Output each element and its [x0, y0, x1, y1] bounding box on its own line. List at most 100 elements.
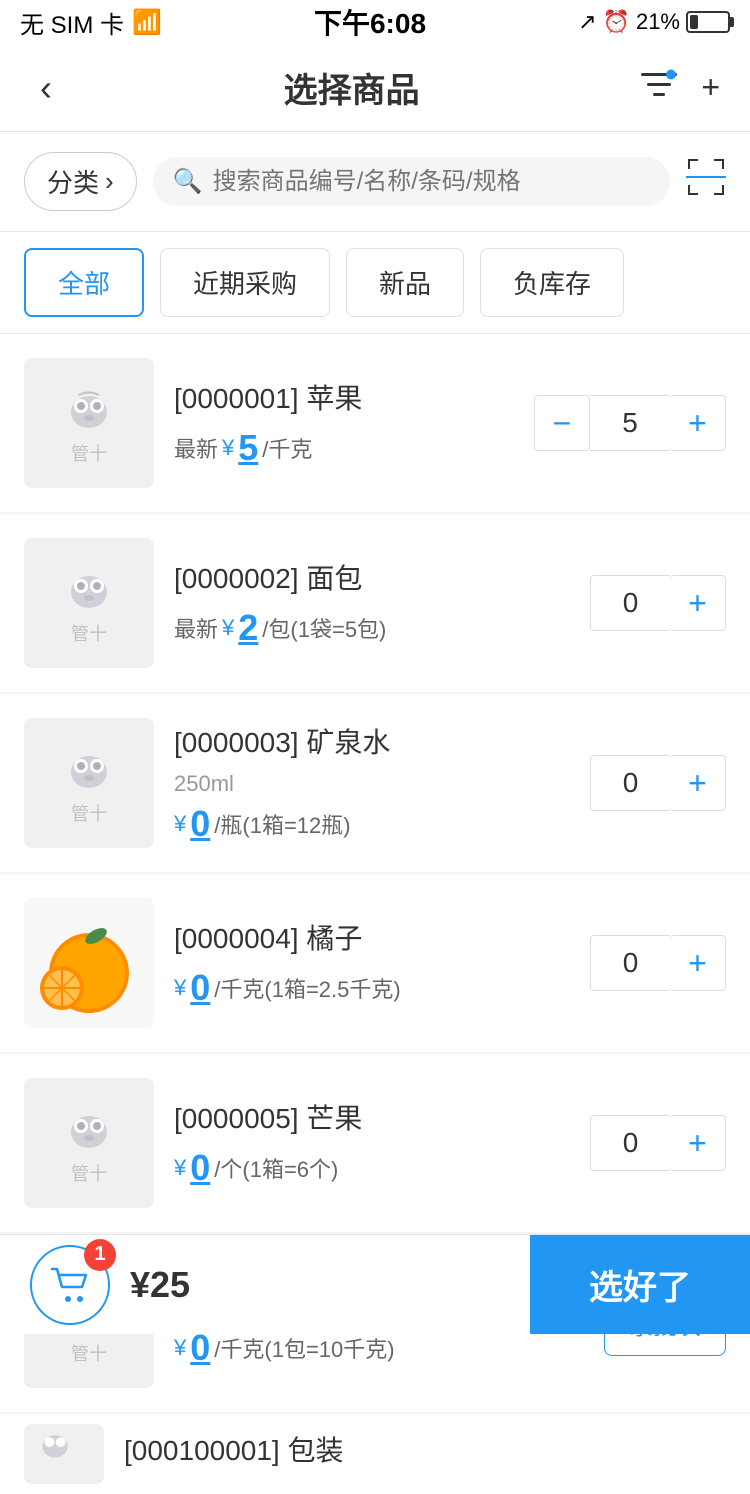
product-name: [0000004] 橘子 — [174, 917, 570, 957]
increment-button[interactable]: + — [670, 575, 726, 631]
product-image: 管十 — [24, 358, 154, 488]
search-icon: 🔍 — [173, 167, 203, 196]
tab-negative[interactable]: 负库存 — [480, 248, 624, 317]
increment-button[interactable]: + — [670, 395, 726, 451]
price-currency: ¥ — [174, 1335, 186, 1361]
price-number: 5 — [238, 427, 258, 469]
list-item: 管十 [0000002] 面包 最新 ¥ 2 /包(1袋=5包) + — [0, 514, 750, 692]
list-item: [0000004] 橘子 ¥ 0 /千克(1箱=2.5千克) + — [0, 874, 750, 1052]
search-input[interactable] — [213, 168, 650, 196]
tab-recent[interactable]: 近期采购 — [160, 248, 330, 317]
price-unit: /瓶(1箱=12瓶) — [214, 808, 350, 840]
price-label: 最新 — [174, 432, 218, 464]
quantity-control: + — [590, 935, 726, 991]
product-name: [000100001] 包装 — [124, 1429, 726, 1469]
status-time: 下午6:08 — [314, 2, 426, 42]
nav-actions: + — [641, 69, 720, 107]
product-info: [0000004] 橘子 ¥ 0 /千克(1箱=2.5千克) — [174, 917, 570, 1009]
quantity-control: + — [590, 575, 726, 631]
tab-new[interactable]: 新品 — [346, 248, 464, 317]
nav-bar: ‹ 选择商品 + — [0, 44, 750, 132]
price-currency: ¥ — [174, 811, 186, 837]
product-name: [0000001] 苹果 — [174, 377, 514, 417]
back-button[interactable]: ‹ — [30, 57, 62, 119]
product-price-row: 最新 ¥ 5 /千克 — [174, 427, 514, 469]
list-item: [000100001] 包装 — [0, 1414, 750, 1494]
list-item: 管十 [0000005] 芒果 ¥ 0 /个(1箱=6个) + — [0, 1054, 750, 1232]
cart-badge: 1 — [84, 1239, 116, 1271]
cart-section: 1 ¥25 — [0, 1245, 220, 1325]
quantity-input[interactable] — [590, 935, 670, 991]
quantity-input[interactable] — [590, 1115, 670, 1171]
tab-all[interactable]: 全部 — [24, 248, 144, 317]
product-image — [24, 1424, 104, 1484]
product-image — [24, 898, 154, 1028]
list-item: 管十 [0000001] 苹果 最新 ¥ 5 /千克 − + — [0, 334, 750, 512]
price-unit: /千克 — [262, 432, 312, 464]
confirm-button[interactable]: 选好了 — [530, 1235, 750, 1334]
category-label: 分类 — [47, 163, 99, 200]
price-currency: ¥ — [174, 1155, 186, 1181]
battery-icon — [686, 11, 730, 33]
alarm-icon: ⏰ — [603, 9, 630, 35]
status-right: ↗ ⏰ 21% — [578, 9, 730, 35]
quantity-input[interactable] — [590, 575, 670, 631]
filter-icon[interactable] — [641, 69, 677, 107]
increment-button[interactable]: + — [670, 1115, 726, 1171]
price-currency: ¥ — [174, 975, 186, 1001]
decrement-button[interactable]: − — [534, 395, 590, 451]
orange-image — [24, 898, 154, 1028]
category-arrow: › — [105, 166, 114, 197]
total-price: ¥25 — [130, 1264, 190, 1306]
add-icon[interactable]: + — [701, 69, 720, 106]
product-info: [0000002] 面包 最新 ¥ 2 /包(1袋=5包) — [174, 557, 570, 649]
price-unit: /包(1袋=5包) — [262, 612, 386, 644]
category-button[interactable]: 分类 › — [24, 152, 137, 211]
product-info: [0000005] 芒果 ¥ 0 /个(1箱=6个) — [174, 1097, 570, 1189]
owl-logo-3: 管十 — [59, 740, 119, 826]
carrier-text: 无 SIM 卡 — [20, 5, 124, 40]
quantity-input[interactable] — [590, 755, 670, 811]
cart-icon-button[interactable]: 1 — [30, 1245, 110, 1325]
location-icon: ↗ — [578, 9, 596, 35]
page-title: 选择商品 — [284, 63, 420, 112]
product-info: [0000003] 矿泉水 250ml ¥ 0 /瓶(1箱=12瓶) — [174, 721, 570, 845]
battery-fill — [690, 15, 698, 29]
quantity-control: + — [590, 1115, 726, 1171]
product-price-row: 最新 ¥ 2 /包(1袋=5包) — [174, 607, 570, 649]
scan-icon[interactable] — [686, 157, 726, 206]
product-image: 管十 — [24, 1078, 154, 1208]
price-number: 0 — [190, 803, 210, 845]
price-unit: /千克(1箱=2.5千克) — [214, 972, 400, 1004]
price-unit: /千克(1包=10千克) — [214, 1332, 394, 1364]
increment-button[interactable]: + — [670, 755, 726, 811]
increment-button[interactable]: + — [670, 935, 726, 991]
quantity-control: − + — [534, 395, 726, 451]
product-info: [0000001] 苹果 最新 ¥ 5 /千克 — [174, 377, 514, 469]
status-bar: 无 SIM 卡 📶 下午6:08 ↗ ⏰ 21% — [0, 0, 750, 44]
price-label: 最新 — [174, 612, 218, 644]
product-price-row: ¥ 0 /个(1箱=6个) — [174, 1147, 570, 1189]
search-bar: 分类 › 🔍 — [0, 132, 750, 232]
wifi-icon: 📶 — [132, 8, 162, 37]
bottom-bar: 1 ¥25 选好了 — [0, 1234, 750, 1334]
owl-logo-5: 管十 — [59, 1100, 119, 1186]
price-number: 0 — [190, 1147, 210, 1189]
product-image: 管十 — [24, 538, 154, 668]
price-currency: ¥ — [222, 435, 234, 461]
product-image: 管十 — [24, 718, 154, 848]
filter-tabs: 全部 近期采购 新品 负库存 — [0, 232, 750, 334]
price-number: 2 — [238, 607, 258, 649]
quantity-input[interactable] — [590, 395, 670, 451]
product-name: [0000005] 芒果 — [174, 1097, 570, 1137]
price-number: 0 — [190, 967, 210, 1009]
product-name: [0000002] 面包 — [174, 557, 570, 597]
battery-text: 21% — [636, 9, 680, 35]
product-price-row: ¥ 0 /瓶(1箱=12瓶) — [174, 803, 570, 845]
product-price-row: ¥ 0 /千克(1箱=2.5千克) — [174, 967, 570, 1009]
owl-logo-1: 管十 — [59, 380, 119, 466]
list-item: 管十 [0000003] 矿泉水 250ml ¥ 0 /瓶(1箱=12瓶) + — [0, 694, 750, 872]
product-info: [000100001] 包装 — [124, 1429, 726, 1479]
owl-logo-2: 管十 — [59, 560, 119, 646]
product-name: [0000003] 矿泉水 — [174, 721, 570, 761]
